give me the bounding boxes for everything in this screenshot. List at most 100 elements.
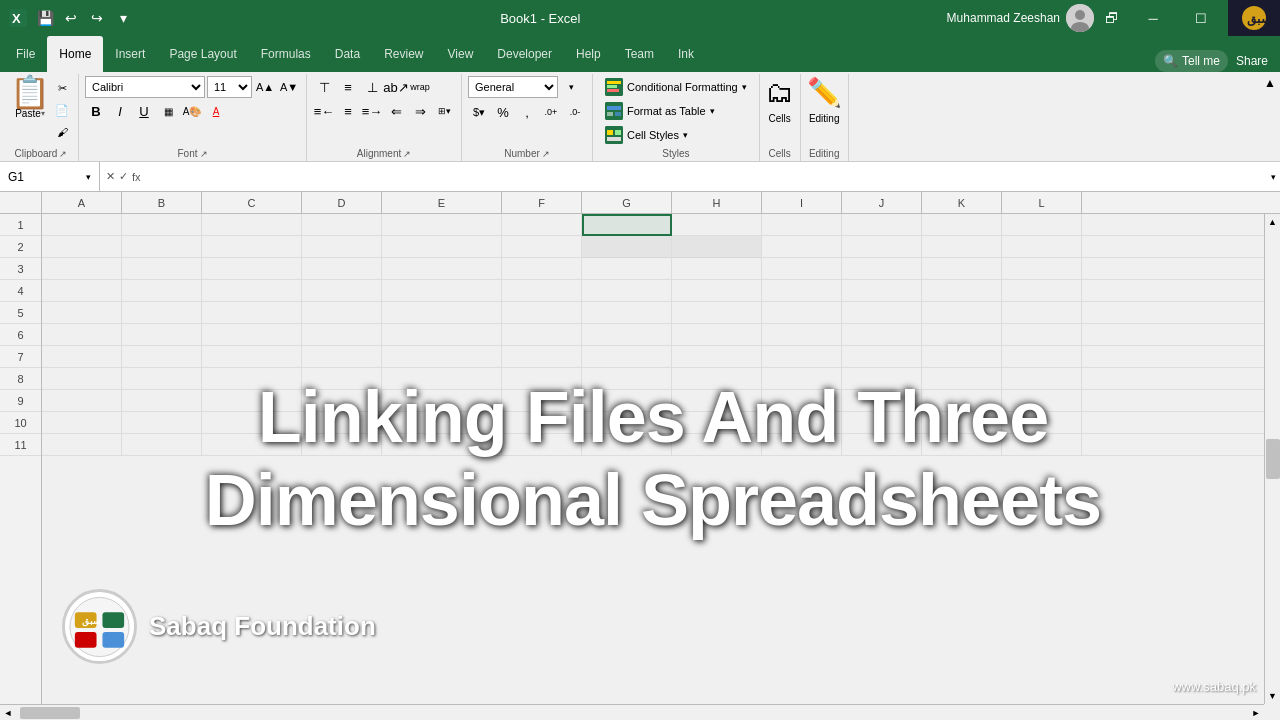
- cell-e4[interactable]: [382, 280, 502, 302]
- cell-f8[interactable]: [502, 368, 582, 390]
- cell-d11[interactable]: [302, 434, 382, 456]
- tab-help[interactable]: Help: [564, 36, 613, 72]
- cell-i6[interactable]: [762, 324, 842, 346]
- cut-button[interactable]: ✂: [52, 78, 72, 98]
- cell-i7[interactable]: [762, 346, 842, 368]
- cell-f10[interactable]: [502, 412, 582, 434]
- row-num-7[interactable]: 7: [0, 346, 41, 368]
- cell-d10[interactable]: [302, 412, 382, 434]
- cell-l9[interactable]: [1002, 390, 1082, 412]
- cell-styles-button[interactable]: Cell Styles ▾: [599, 124, 694, 146]
- tab-review[interactable]: Review: [372, 36, 435, 72]
- tab-insert[interactable]: Insert: [103, 36, 157, 72]
- row-num-6[interactable]: 6: [0, 324, 41, 346]
- cell-h10[interactable]: [672, 412, 762, 434]
- cell-l8[interactable]: [1002, 368, 1082, 390]
- column-header-k[interactable]: K: [922, 192, 1002, 213]
- cell-l1[interactable]: [1002, 214, 1082, 236]
- maximize-button[interactable]: ☐: [1178, 0, 1224, 36]
- align-center-button[interactable]: ≡: [337, 100, 359, 122]
- scroll-thumb-v[interactable]: [1266, 439, 1280, 479]
- save-qat-button[interactable]: 💾: [34, 7, 56, 29]
- row-num-11[interactable]: 11: [0, 434, 41, 456]
- cell-j10[interactable]: [842, 412, 922, 434]
- cell-h4[interactable]: [672, 280, 762, 302]
- name-box-dropdown[interactable]: ▾: [86, 172, 91, 182]
- column-header-a[interactable]: A: [42, 192, 122, 213]
- cell-c6[interactable]: [202, 324, 302, 346]
- cell-d6[interactable]: [302, 324, 382, 346]
- tab-developer[interactable]: Developer: [485, 36, 564, 72]
- cell-l6[interactable]: [1002, 324, 1082, 346]
- align-top-button[interactable]: ⊤: [313, 76, 335, 98]
- cell-k3[interactable]: [922, 258, 1002, 280]
- cell-e11[interactable]: [382, 434, 502, 456]
- formula-bar-expand-icon[interactable]: ▾: [1267, 172, 1280, 182]
- cell-a9[interactable]: [42, 390, 122, 412]
- cell-k11[interactable]: [922, 434, 1002, 456]
- cell-i1[interactable]: [762, 214, 842, 236]
- cell-k10[interactable]: [922, 412, 1002, 434]
- border-button[interactable]: ▦: [157, 100, 179, 122]
- increase-decimal-button[interactable]: .0+: [540, 101, 562, 123]
- tab-data[interactable]: Data: [323, 36, 372, 72]
- clipboard-expand-icon[interactable]: ↗: [59, 149, 67, 159]
- tab-page-layout[interactable]: Page Layout: [157, 36, 248, 72]
- row-num-5[interactable]: 5: [0, 302, 41, 324]
- cell-d1[interactable]: [302, 214, 382, 236]
- cell-f9[interactable]: [502, 390, 582, 412]
- scroll-down-button[interactable]: ▼: [1265, 688, 1281, 704]
- cell-a6[interactable]: [42, 324, 122, 346]
- cell-a11[interactable]: [42, 434, 122, 456]
- cell-l7[interactable]: [1002, 346, 1082, 368]
- tab-ink[interactable]: Ink: [666, 36, 706, 72]
- cell-c3[interactable]: [202, 258, 302, 280]
- align-middle-button[interactable]: ≡: [337, 76, 359, 98]
- cell-j2[interactable]: [842, 236, 922, 258]
- cell-a10[interactable]: [42, 412, 122, 434]
- number-format-select[interactable]: General: [468, 76, 558, 98]
- customize-qat-button[interactable]: ▾: [112, 7, 134, 29]
- cell-b3[interactable]: [122, 258, 202, 280]
- cell-f11[interactable]: [502, 434, 582, 456]
- cell-i9[interactable]: [762, 390, 842, 412]
- cell-g3[interactable]: [582, 258, 672, 280]
- scroll-thumb-h[interactable]: [20, 707, 80, 719]
- italic-button[interactable]: I: [109, 100, 131, 122]
- cell-e8[interactable]: [382, 368, 502, 390]
- cell-h11[interactable]: [672, 434, 762, 456]
- cell-l4[interactable]: [1002, 280, 1082, 302]
- align-bottom-button[interactable]: ⊥: [361, 76, 383, 98]
- row-num-2[interactable]: 2: [0, 236, 41, 258]
- cell-h1[interactable]: [672, 214, 762, 236]
- cell-j1[interactable]: [842, 214, 922, 236]
- cell-a8[interactable]: [42, 368, 122, 390]
- cell-h5[interactable]: [672, 302, 762, 324]
- cell-f7[interactable]: [502, 346, 582, 368]
- cell-b1[interactable]: [122, 214, 202, 236]
- cell-b2[interactable]: [122, 236, 202, 258]
- tab-formulas[interactable]: Formulas: [249, 36, 323, 72]
- row-num-8[interactable]: 8: [0, 368, 41, 390]
- column-header-d[interactable]: D: [302, 192, 382, 213]
- cell-c7[interactable]: [202, 346, 302, 368]
- cell-c11[interactable]: [202, 434, 302, 456]
- cell-c5[interactable]: [202, 302, 302, 324]
- user-avatar[interactable]: [1066, 4, 1094, 32]
- cell-h8[interactable]: [672, 368, 762, 390]
- cell-a3[interactable]: [42, 258, 122, 280]
- enter-formula-button[interactable]: ✓: [119, 170, 128, 183]
- scroll-left-button[interactable]: ◄: [0, 705, 16, 721]
- cell-d7[interactable]: [302, 346, 382, 368]
- cell-h6[interactable]: [672, 324, 762, 346]
- column-header-h[interactable]: H: [672, 192, 762, 213]
- paste-dropdown-icon[interactable]: ▾: [41, 109, 45, 118]
- column-header-i[interactable]: I: [762, 192, 842, 213]
- vertical-scrollbar[interactable]: ▲ ▼: [1264, 214, 1280, 704]
- cell-f4[interactable]: [502, 280, 582, 302]
- name-box[interactable]: G1 ▾: [0, 162, 100, 191]
- column-header-l[interactable]: L: [1002, 192, 1082, 213]
- font-name-select[interactable]: Calibri: [85, 76, 205, 98]
- number-expand-icon[interactable]: ↗: [542, 149, 550, 159]
- cell-c9[interactable]: [202, 390, 302, 412]
